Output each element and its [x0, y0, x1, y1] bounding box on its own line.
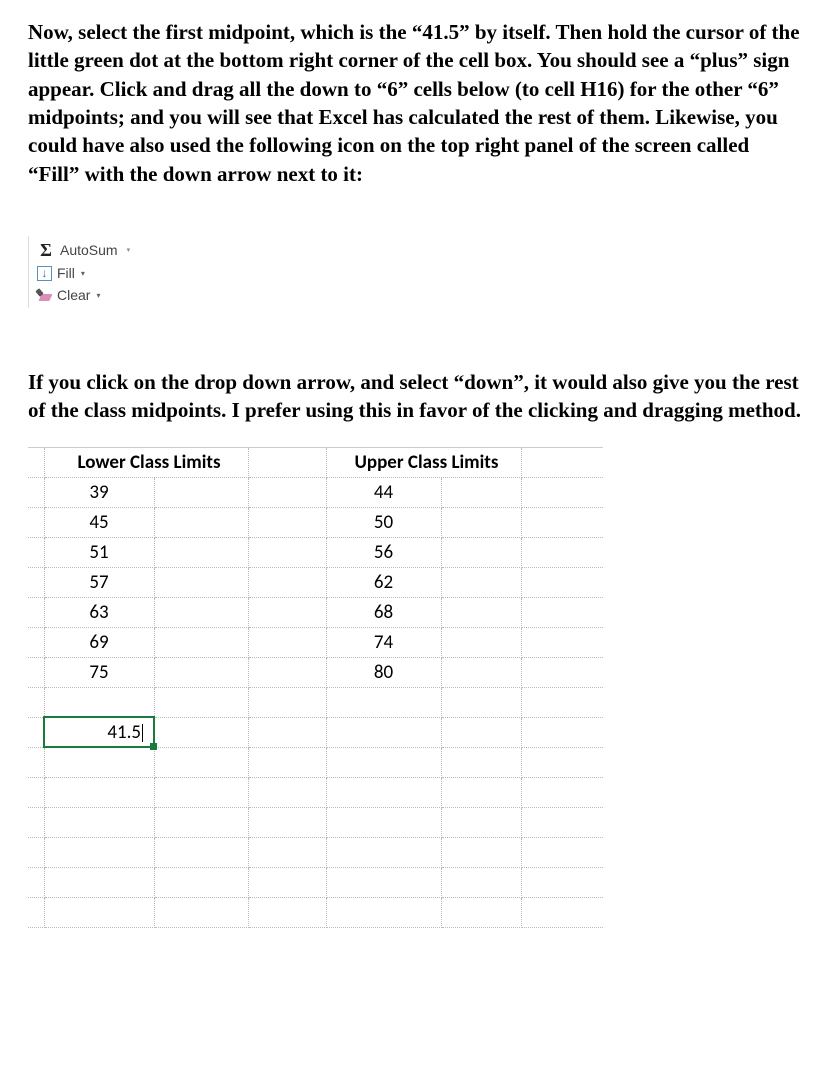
eraser-icon [37, 289, 52, 302]
table-row [28, 897, 603, 927]
class-limits-spreadsheet: Lower Class Limits Upper Class Limits 39… [28, 447, 603, 928]
fill-button[interactable]: ↓ Fill ▾ [35, 262, 158, 284]
autosum-label: AutoSum [60, 242, 118, 258]
table-row [28, 777, 603, 807]
upper-limit-cell[interactable]: 50 [326, 507, 441, 537]
table-row: 63 68 [28, 597, 603, 627]
lower-limit-cell[interactable]: 51 [44, 537, 154, 567]
text-cursor [142, 724, 143, 742]
table-row: 75 80 [28, 657, 603, 687]
instruction-paragraph-1: Now, select the first midpoint, which is… [28, 18, 803, 188]
autosum-button[interactable]: Σ AutoSum ▾ [35, 238, 158, 262]
lower-limit-cell[interactable]: 57 [44, 567, 154, 597]
table-row [28, 807, 603, 837]
table-row [28, 687, 603, 717]
lower-limit-cell[interactable]: 63 [44, 597, 154, 627]
lower-limit-cell[interactable]: 75 [44, 657, 154, 687]
table-row [28, 837, 603, 867]
dropdown-arrow-icon[interactable]: ▾ [81, 269, 85, 278]
table-row: 51 56 [28, 537, 603, 567]
table-row: 57 62 [28, 567, 603, 597]
sigma-icon: Σ [37, 241, 55, 259]
upper-limit-cell[interactable]: 56 [326, 537, 441, 567]
table-row: 69 74 [28, 627, 603, 657]
upper-limit-cell[interactable]: 80 [326, 657, 441, 687]
table-row: 45 50 [28, 507, 603, 537]
lower-limit-cell[interactable]: 69 [44, 627, 154, 657]
table-row: 39 44 [28, 477, 603, 507]
excel-editing-ribbon-panel: Σ AutoSum ▾ ↓ Fill ▾ Clear ▾ [28, 236, 158, 308]
upper-limit-cell[interactable]: 74 [326, 627, 441, 657]
lower-class-limits-header: Lower Class Limits [44, 447, 248, 477]
midpoint-value: 41.5 [107, 721, 141, 744]
upper-class-limits-header: Upper Class Limits [326, 447, 521, 477]
upper-limit-cell[interactable]: 68 [326, 597, 441, 627]
upper-limit-cell[interactable]: 44 [326, 477, 441, 507]
lower-limit-cell[interactable]: 39 [44, 477, 154, 507]
clear-button[interactable]: Clear ▾ [35, 284, 158, 306]
clear-label: Clear [57, 287, 90, 303]
dropdown-arrow-icon[interactable]: ▾ [96, 291, 100, 300]
table-row [28, 747, 603, 777]
fill-handle[interactable] [150, 743, 157, 750]
lower-limit-cell[interactable]: 45 [44, 507, 154, 537]
table-row: 41.5 [28, 717, 603, 747]
table-row: Lower Class Limits Upper Class Limits [28, 447, 603, 477]
fill-down-icon: ↓ [37, 266, 52, 281]
midpoint-selected-cell[interactable]: 41.5 [44, 717, 154, 747]
upper-limit-cell[interactable]: 62 [326, 567, 441, 597]
table-row [28, 867, 603, 897]
instruction-paragraph-2: If you click on the drop down arrow, and… [28, 368, 803, 425]
fill-label: Fill [57, 265, 75, 281]
dropdown-arrow-icon[interactable]: ▾ [127, 246, 131, 254]
